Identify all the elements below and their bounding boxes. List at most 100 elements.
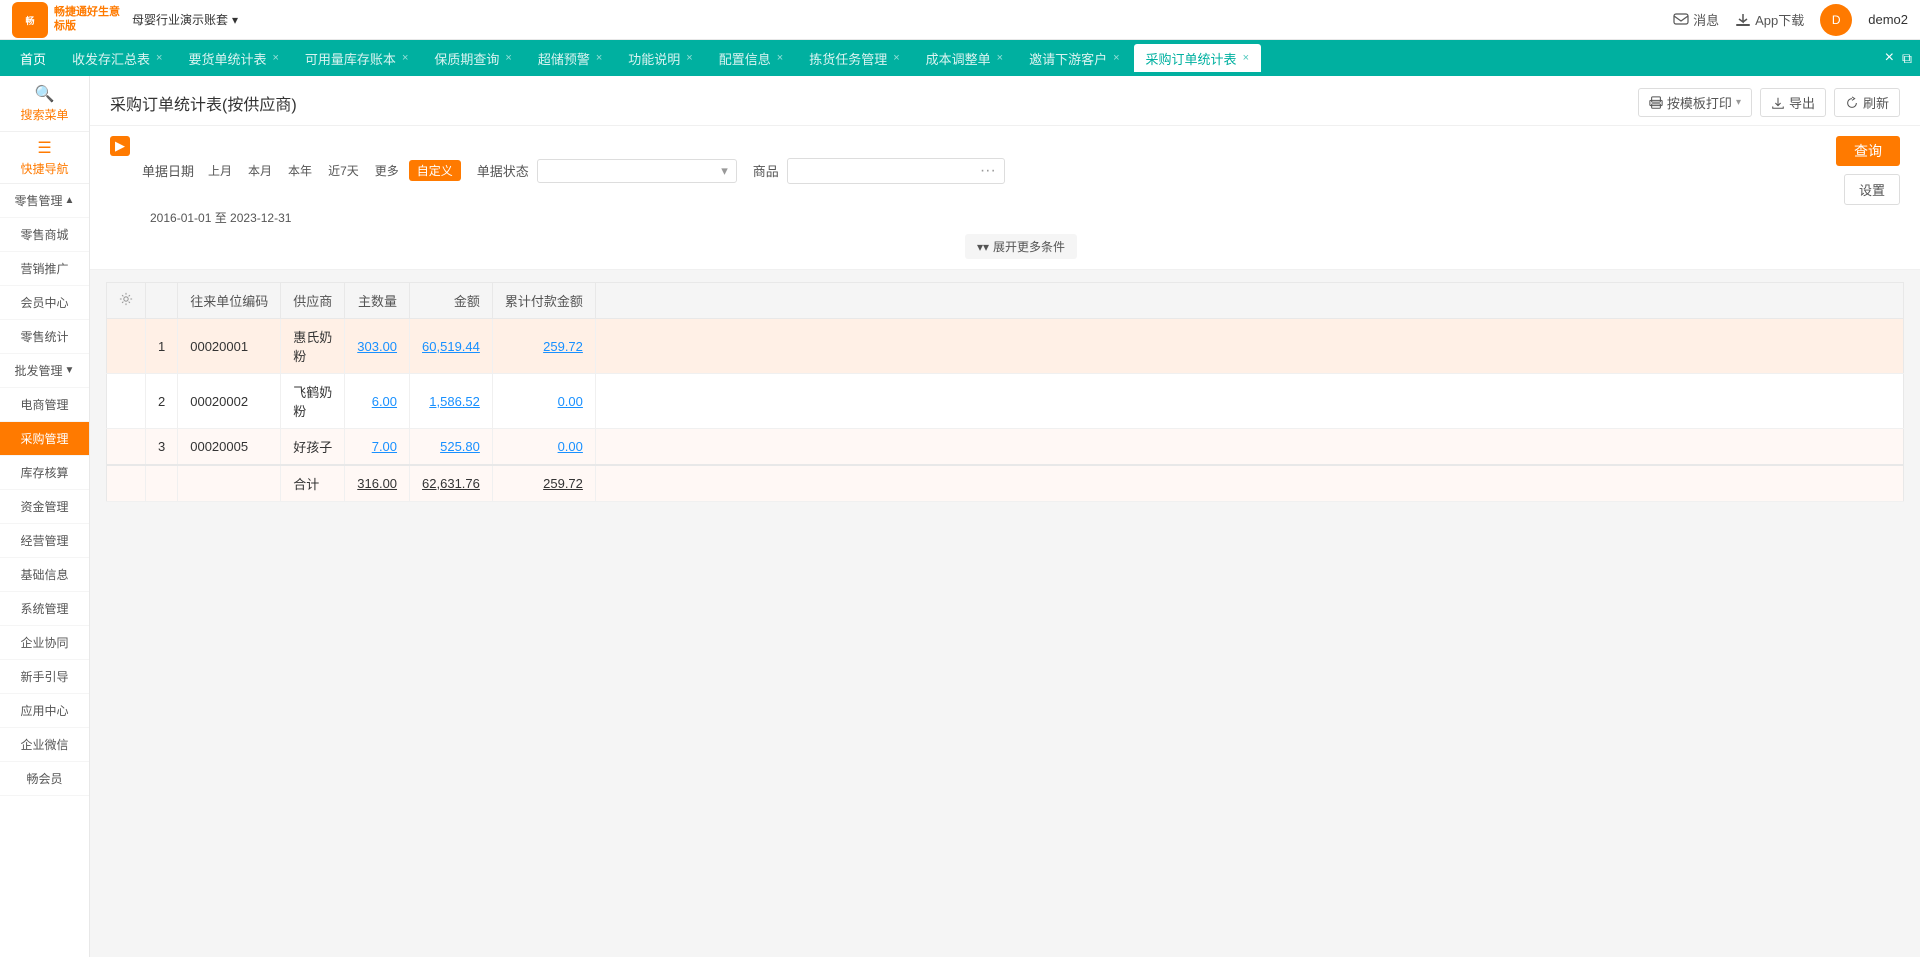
svg-text:畅: 畅: [25, 15, 34, 26]
tab-close-icon[interactable]: ×: [777, 52, 783, 64]
sidebar-item-零售商城[interactable]: 零售商城: [0, 218, 89, 252]
collapse-filter-button[interactable]: ▶: [110, 136, 130, 156]
table-row[interactable]: 3 00020005 好孩子 7.00 525.80 0.00: [107, 429, 1904, 466]
logo-area: 畅 畅捷通好生意 标版: [12, 2, 120, 38]
sidebar-item-电商管理[interactable]: 电商管理: [0, 388, 89, 422]
tab-保质期查询[interactable]: 保质期查询 ×: [422, 44, 523, 72]
tab-close-icon[interactable]: ×: [402, 52, 408, 64]
date-custom-button[interactable]: 自定义: [409, 160, 461, 181]
table-row[interactable]: 2 00020002 飞鹤奶粉 6.00 1,586.52 0.00: [107, 374, 1904, 429]
tab-close-icon[interactable]: ×: [997, 52, 1003, 64]
row-amount[interactable]: 525.80: [410, 429, 493, 466]
sidebar-item-系统管理[interactable]: 系统管理: [0, 592, 89, 626]
tab-收发存汇总表[interactable]: 收发存汇总表 ×: [60, 44, 174, 72]
top-right: 消息 App下载 D demo2: [1673, 4, 1908, 36]
breadcrumb-select[interactable]: 母婴行业演示账套 ▾: [132, 11, 238, 28]
tab-可用量库存账本[interactable]: 可用量库存账本 ×: [293, 44, 420, 72]
col-settings[interactable]: [107, 283, 146, 319]
row-paid[interactable]: 0.00: [492, 374, 595, 429]
date-more[interactable]: 更多: [369, 160, 405, 181]
goods-input[interactable]: [796, 163, 976, 178]
header-actions: 按模板打印 ▾ 导出 刷新: [1638, 88, 1900, 117]
expand-filter-button[interactable]: ▾▾ 展开更多条件: [965, 234, 1077, 259]
sidebar-item-批发管理[interactable]: 批发管理 ▼: [0, 354, 89, 388]
sidebar-search[interactable]: 🔍 搜索菜单: [0, 76, 89, 132]
date-last-month[interactable]: 上月: [202, 160, 238, 181]
tab-home[interactable]: 首页: [8, 44, 58, 72]
expand-filter-row: ▾▾ 展开更多条件: [142, 234, 1900, 259]
print-icon: [1649, 96, 1663, 110]
sidebar-item-基础信息[interactable]: 基础信息: [0, 558, 89, 592]
refresh-button[interactable]: 刷新: [1834, 88, 1900, 117]
row-quantity[interactable]: 303.00: [345, 319, 410, 374]
sidebar-item-零售管理[interactable]: 零售管理 ▲: [0, 184, 89, 218]
sidebar-item-库存核算[interactable]: 库存核算: [0, 456, 89, 490]
query-button[interactable]: 查询: [1836, 136, 1900, 166]
sidebar-item-营销推广[interactable]: 营销推广: [0, 252, 89, 286]
restore-window-icon[interactable]: ⧉: [1902, 50, 1912, 67]
sidebar-item-会员中心[interactable]: 会员中心: [0, 286, 89, 320]
sidebar-item-企业协同[interactable]: 企业协同: [0, 626, 89, 660]
row-amount[interactable]: 1,586.52: [410, 374, 493, 429]
sidebar-item-零售统计[interactable]: 零售统计: [0, 320, 89, 354]
tab-close-icon[interactable]: ×: [686, 52, 692, 64]
tab-close-icon[interactable]: ×: [272, 52, 278, 64]
username[interactable]: demo2: [1868, 12, 1908, 27]
col-empty: [595, 283, 1903, 319]
row-supplier: 飞鹤奶粉: [281, 374, 345, 429]
tab-功能说明[interactable]: 功能说明 ×: [616, 44, 704, 72]
print-button[interactable]: 按模板打印 ▾: [1638, 88, 1752, 117]
date-this-year[interactable]: 本年: [282, 160, 318, 181]
col-paid: 累计付款金额: [492, 283, 595, 319]
goods-label: 商品: [753, 161, 779, 180]
tab-close-icon[interactable]: ×: [1113, 52, 1119, 64]
tab-拣货任务管理[interactable]: 拣货任务管理 ×: [797, 44, 911, 72]
download-icon: [1735, 12, 1751, 28]
date-7days[interactable]: 近7天: [322, 160, 365, 181]
date-this-month[interactable]: 本月: [242, 160, 278, 181]
sidebar-quick-nav[interactable]: ☰ 快捷导航: [0, 132, 89, 184]
sidebar-item-应用中心[interactable]: 应用中心: [0, 694, 89, 728]
row-quantity[interactable]: 7.00: [345, 429, 410, 466]
setting-button[interactable]: 设置: [1844, 174, 1900, 205]
breadcrumb-arrow: ▾: [232, 13, 238, 27]
breadcrumb-text: 母婴行业演示账套: [132, 11, 228, 28]
export-button[interactable]: 导出: [1760, 88, 1826, 117]
table-row[interactable]: 1 00020001 惠氏奶粉 303.00 60,519.44 259.72: [107, 319, 1904, 374]
breadcrumb-area: 母婴行业演示账套 ▾: [132, 11, 1673, 28]
app-download-button[interactable]: App下载: [1735, 10, 1804, 29]
tab-close-icon[interactable]: ×: [596, 52, 602, 64]
sidebar-item-采购管理[interactable]: 采购管理: [0, 422, 89, 456]
row-settings: [107, 429, 146, 466]
avatar[interactable]: D: [1820, 4, 1852, 36]
tab-成本调整单[interactable]: 成本调整单 ×: [914, 44, 1015, 72]
tab-close-icon[interactable]: ×: [505, 52, 511, 64]
tab-配置信息[interactable]: 配置信息 ×: [707, 44, 795, 72]
main-layout: 🔍 搜索菜单 ☰ 快捷导航 零售管理 ▲ 零售商城 营销推广 会员中心 零售统计…: [0, 76, 1920, 957]
tab-邀请下游客户[interactable]: 邀请下游客户 ×: [1017, 44, 1131, 72]
date-range-display: 2016-01-01 至 2023-12-31: [150, 209, 291, 226]
tab-close-icon[interactable]: ×: [1243, 52, 1249, 64]
goods-more-icon[interactable]: ···: [980, 162, 996, 180]
nav-window-controls: × ⧉: [1885, 49, 1912, 67]
tab-要货单统计表[interactable]: 要货单统计表 ×: [176, 44, 290, 72]
row-paid[interactable]: 259.72: [492, 319, 595, 374]
sidebar-item-企业微信[interactable]: 企业微信: [0, 728, 89, 762]
sidebar-item-经营管理[interactable]: 经营管理: [0, 524, 89, 558]
filter-row-date-range: 2016-01-01 至 2023-12-31: [142, 209, 1900, 226]
tab-close-icon[interactable]: ×: [156, 52, 162, 64]
status-filter: 单据状态 ▾: [477, 159, 737, 183]
tab-close-icon[interactable]: ×: [893, 52, 899, 64]
sidebar-item-畅会员[interactable]: 畅会员: [0, 762, 89, 796]
sidebar-item-资金管理[interactable]: 资金管理: [0, 490, 89, 524]
tab-超储预警[interactable]: 超储预警 ×: [526, 44, 614, 72]
row-paid[interactable]: 0.00: [492, 429, 595, 466]
row-quantity[interactable]: 6.00: [345, 374, 410, 429]
sidebar-item-新手引导[interactable]: 新手引导: [0, 660, 89, 694]
row-supplier: 好孩子: [281, 429, 345, 466]
status-select[interactable]: ▾: [537, 159, 737, 183]
close-window-icon[interactable]: ×: [1885, 49, 1894, 67]
tab-采购订单统计表[interactable]: 采购订单统计表 ×: [1134, 44, 1261, 72]
message-button[interactable]: 消息: [1673, 10, 1719, 29]
row-amount[interactable]: 60,519.44: [410, 319, 493, 374]
